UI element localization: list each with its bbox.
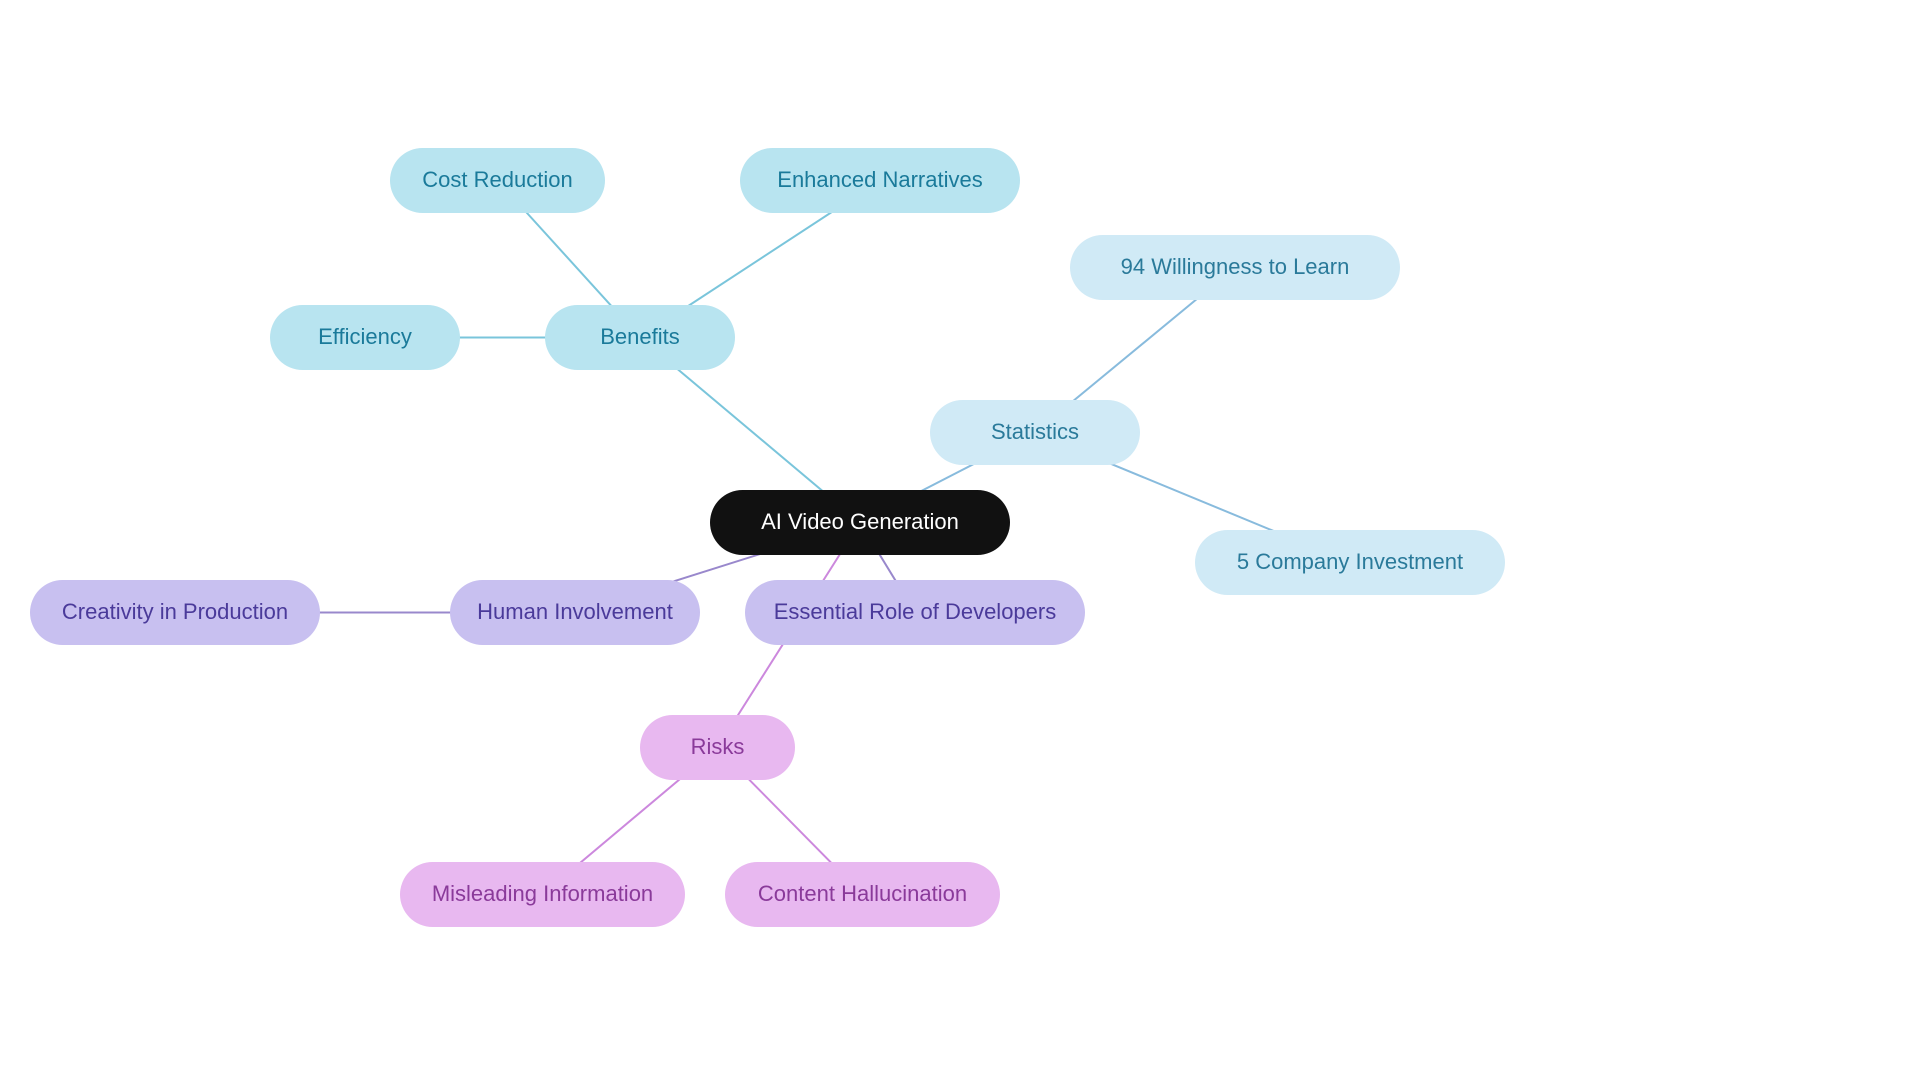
hallucination-node: Content Hallucination <box>725 862 1000 927</box>
cost-reduction-node: Cost Reduction <box>390 148 605 213</box>
creativity-label: Creativity in Production <box>62 598 288 627</box>
central-label: AI Video Generation <box>761 508 959 537</box>
company-investment-node: 5 Company Investment <box>1195 530 1505 595</box>
company-investment-label: 5 Company Investment <box>1237 548 1463 577</box>
willingness-node: 94 Willingness to Learn <box>1070 235 1400 300</box>
creativity-node: Creativity in Production <box>30 580 320 645</box>
enhanced-narratives-label: Enhanced Narratives <box>777 166 982 195</box>
statistics-label: Statistics <box>991 418 1079 447</box>
cost-reduction-label: Cost Reduction <box>422 166 572 195</box>
efficiency-label: Efficiency <box>318 323 412 352</box>
benefits-node: Benefits <box>545 305 735 370</box>
risks-node: Risks <box>640 715 795 780</box>
enhanced-narratives-node: Enhanced Narratives <box>740 148 1020 213</box>
willingness-label: 94 Willingness to Learn <box>1121 253 1350 282</box>
essential-role-label: Essential Role of Developers <box>774 598 1056 627</box>
essential-role-node: Essential Role of Developers <box>745 580 1085 645</box>
human-involvement-label: Human Involvement <box>477 598 673 627</box>
hallucination-label: Content Hallucination <box>758 880 967 909</box>
benefits-label: Benefits <box>600 323 680 352</box>
central-node: AI Video Generation <box>710 490 1010 555</box>
misleading-node: Misleading Information <box>400 862 685 927</box>
efficiency-node: Efficiency <box>270 305 460 370</box>
misleading-label: Misleading Information <box>432 880 653 909</box>
risks-label: Risks <box>691 733 745 762</box>
human-involvement-node: Human Involvement <box>450 580 700 645</box>
statistics-node: Statistics <box>930 400 1140 465</box>
